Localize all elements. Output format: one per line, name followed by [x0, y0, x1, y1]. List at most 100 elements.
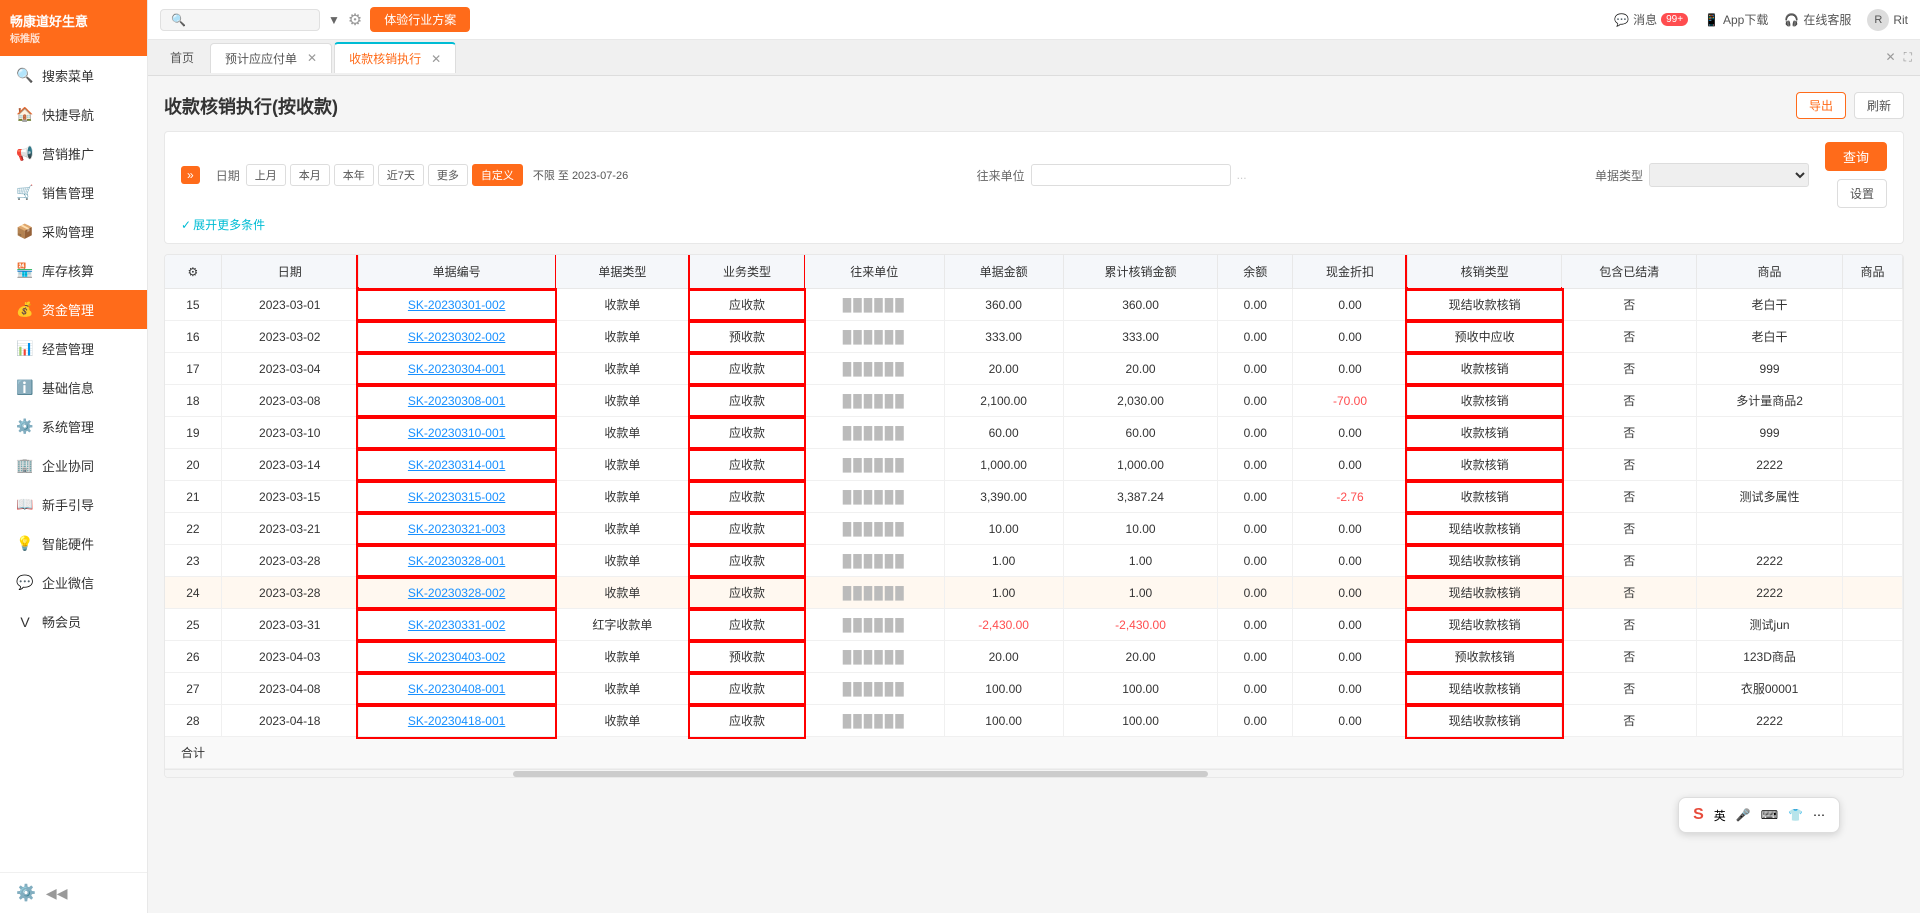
- sidebar-item-finance[interactable]: 💰资金管理: [0, 290, 147, 329]
- collapse-icon[interactable]: ◀◀: [46, 885, 68, 902]
- sidebar-item-search[interactable]: 🔍搜索菜单: [0, 56, 147, 95]
- industry-btn[interactable]: 体验行业方案: [370, 7, 470, 32]
- sidebar-item-operations[interactable]: 📊经营管理: [0, 329, 147, 368]
- user-avatar: R: [1867, 9, 1889, 31]
- cell-verified: 3,387.24: [1063, 481, 1218, 513]
- partner-input[interactable]: [1031, 164, 1231, 186]
- settings-icon[interactable]: ⚙️: [16, 883, 36, 903]
- refresh-button[interactable]: 刷新: [1854, 92, 1904, 119]
- sidebar-item-basic[interactable]: ℹ️基础信息: [0, 368, 147, 407]
- sidebar-item-sales[interactable]: 🛒销售管理: [0, 173, 147, 212]
- cell-verified: 2,030.00: [1063, 385, 1218, 417]
- app-download-section[interactable]: 📱 App下载: [1704, 11, 1768, 28]
- settings-button[interactable]: 设置: [1837, 179, 1887, 208]
- cell-verify-type: 现结收款核销: [1407, 545, 1562, 577]
- sidebar-item-wechat[interactable]: 💬企业微信: [0, 563, 147, 602]
- sidebar-item-marketing[interactable]: 📢营销推广: [0, 134, 147, 173]
- sidebar-item-member[interactable]: V畅会员: [0, 602, 147, 641]
- bill-no-link[interactable]: SK-20230321-003: [408, 522, 505, 536]
- bill-no-link[interactable]: SK-20230302-002: [408, 330, 505, 344]
- bill-type-select[interactable]: [1649, 163, 1809, 187]
- horizontal-scrollbar[interactable]: [165, 769, 1903, 777]
- sidebar-item-hardware[interactable]: 💡智能硬件: [0, 524, 147, 563]
- last-7days-btn[interactable]: 近7天: [378, 164, 424, 186]
- topbar-search-box[interactable]: 🔍: [160, 9, 320, 31]
- scrollbar-thumb[interactable]: [513, 771, 1208, 777]
- maximize-icon[interactable]: ⛶: [1904, 50, 1912, 65]
- support-section[interactable]: 🎧 在线客服: [1784, 11, 1851, 28]
- more-icon[interactable]: ⋯: [1813, 808, 1825, 822]
- bill-no-link[interactable]: SK-20230301-002: [408, 298, 505, 312]
- cell-partner: ██████: [804, 513, 944, 545]
- cell-date: 2023-03-31: [221, 609, 358, 641]
- expand-more-btn[interactable]: ✓ 展开更多条件: [181, 216, 1887, 233]
- bill-no-link[interactable]: SK-20230418-001: [408, 714, 505, 728]
- cell-biz-type: 应收款: [690, 481, 805, 513]
- tab-payable[interactable]: 预计应应付单 ✕: [210, 43, 332, 73]
- sidebar-item-quicknav[interactable]: 🏠快捷导航: [0, 95, 147, 134]
- sidebar-icon-search: 🔍: [16, 67, 34, 84]
- cell-product1: 2222: [1697, 577, 1843, 609]
- cell-no: 24: [165, 577, 221, 609]
- gear-icon[interactable]: ⚙: [348, 10, 362, 30]
- bill-no-link[interactable]: SK-20230403-002: [408, 650, 505, 664]
- mic-icon[interactable]: 🎤: [1736, 808, 1751, 822]
- collection-tab-close[interactable]: ✕: [431, 52, 441, 66]
- chinese-input-label[interactable]: 英: [1714, 807, 1726, 824]
- cell-biz-type: 应收款: [690, 417, 805, 449]
- cell-verify-type: 现结收款核销: [1407, 577, 1562, 609]
- bill-no-link[interactable]: SK-20230304-001: [408, 362, 505, 376]
- topbar-dropdown[interactable]: ▼: [328, 13, 340, 27]
- cell-balance: 0.00: [1218, 481, 1293, 513]
- bill-no-link[interactable]: SK-20230310-001: [408, 426, 505, 440]
- cell-product1: 衣服00001: [1697, 673, 1843, 705]
- keyboard-icon[interactable]: ⌨: [1761, 808, 1778, 822]
- sidebar-item-inventory[interactable]: 🏪库存核算: [0, 251, 147, 290]
- tab-collection[interactable]: 收款核销执行 ✕: [334, 42, 456, 73]
- th-included: 包含已结清: [1562, 255, 1697, 289]
- cell-discount: 0.00: [1293, 545, 1408, 577]
- bill-no-link[interactable]: SK-20230328-001: [408, 554, 505, 568]
- payable-tab-close[interactable]: ✕: [307, 51, 317, 65]
- more-btn[interactable]: 更多: [428, 164, 468, 186]
- this-month-btn[interactable]: 本月: [290, 164, 330, 186]
- bill-no-link[interactable]: SK-20230314-001: [408, 458, 505, 472]
- messages-section[interactable]: 💬 消息 99+: [1614, 11, 1688, 28]
- cell-discount: 0.00: [1293, 705, 1408, 737]
- user-info[interactable]: R Rit: [1867, 9, 1908, 31]
- main-content: 🔍 ▼ ⚙ 体验行业方案 💬 消息 99+ 📱 App下载 🎧 在线客服: [148, 0, 1920, 913]
- bill-no-link[interactable]: SK-20230331-002: [408, 618, 505, 632]
- bill-no-link[interactable]: SK-20230308-001: [408, 394, 505, 408]
- tab-home[interactable]: 首页: [156, 43, 208, 72]
- cell-no: 21: [165, 481, 221, 513]
- query-button[interactable]: 查询: [1825, 142, 1887, 171]
- table-header-row: ⚙ 日期 单据编号 单据类型 业务类型 往来单位 单据金额 累计核销金额 余额 …: [165, 255, 1903, 289]
- shirt-icon[interactable]: 👕: [1788, 808, 1803, 822]
- close-window-icon[interactable]: ✕: [1886, 50, 1896, 65]
- cell-no: 17: [165, 353, 221, 385]
- cell-no: 23: [165, 545, 221, 577]
- sidebar-item-purchase[interactable]: 📦采购管理: [0, 212, 147, 251]
- bill-no-link[interactable]: SK-20230315-002: [408, 490, 505, 504]
- cell-biz-type: 预收款: [690, 641, 805, 673]
- table-row: 17 2023-03-04 SK-20230304-001 收款单 应收款 ██…: [165, 353, 1903, 385]
- sidebar-item-guide[interactable]: 📖新手引导: [0, 485, 147, 524]
- cell-discount: 0.00: [1293, 353, 1408, 385]
- custom-btn[interactable]: 自定义: [472, 164, 523, 186]
- cell-bill-type: 收款单: [555, 705, 690, 737]
- cell-discount: 0.00: [1293, 321, 1408, 353]
- bill-no-link[interactable]: SK-20230408-001: [408, 682, 505, 696]
- th-gear[interactable]: ⚙: [165, 255, 221, 289]
- cell-no: 26: [165, 641, 221, 673]
- sidebar-icon-wechat: 💬: [16, 574, 34, 591]
- bill-no-link[interactable]: SK-20230328-002: [408, 586, 505, 600]
- chevron-down-icon: ✓: [181, 218, 191, 232]
- filter-expand-btn[interactable]: »: [181, 166, 200, 184]
- last-month-btn[interactable]: 上月: [246, 164, 286, 186]
- export-button[interactable]: 导出: [1796, 92, 1846, 119]
- this-year-btn[interactable]: 本年: [334, 164, 374, 186]
- th-bill-no: 单据编号: [358, 255, 555, 289]
- cell-date: 2023-04-03: [221, 641, 358, 673]
- sidebar-item-system[interactable]: ⚙️系统管理: [0, 407, 147, 446]
- sidebar-item-enterprise[interactable]: 🏢企业协同: [0, 446, 147, 485]
